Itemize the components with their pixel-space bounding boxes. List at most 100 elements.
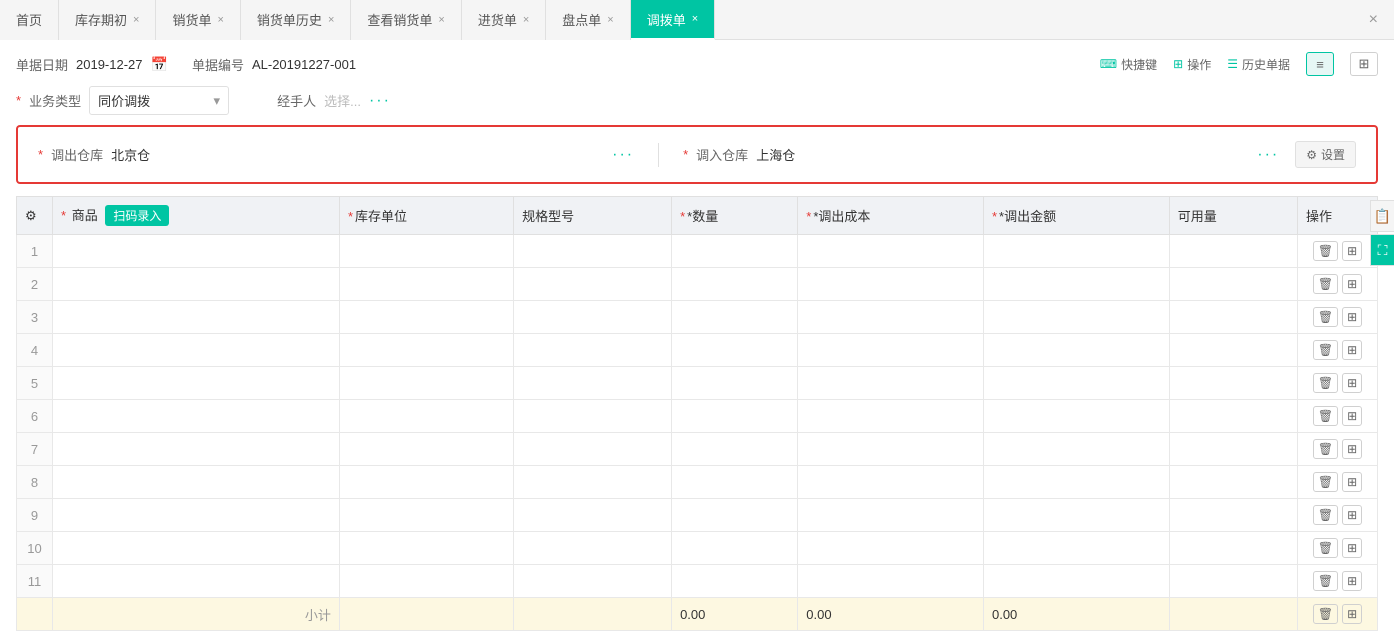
amount-cell[interactable] xyxy=(983,499,1169,532)
close-all-tabs-button[interactable]: × xyxy=(1361,7,1386,33)
agent-dots-button[interactable]: ··· xyxy=(369,92,391,110)
spec-cell[interactable] xyxy=(514,301,672,334)
spec-cell[interactable] xyxy=(514,499,672,532)
spec-cell[interactable] xyxy=(514,400,672,433)
unit-cell[interactable] xyxy=(339,433,513,466)
amount-cell[interactable] xyxy=(983,400,1169,433)
right-expand-button[interactable]: ⛶ xyxy=(1370,234,1394,266)
avail-cell[interactable] xyxy=(1169,466,1297,499)
warehouse-in-dots-button[interactable]: ··· xyxy=(1257,146,1279,164)
spec-cell[interactable] xyxy=(514,466,672,499)
delete-row-button[interactable]: 🗑 xyxy=(1313,274,1338,294)
spec-cell[interactable] xyxy=(514,565,672,598)
agent-select[interactable]: 选择... xyxy=(324,91,361,110)
cost-cell[interactable] xyxy=(798,499,984,532)
delete-row-button[interactable]: 🗑 xyxy=(1313,241,1338,261)
tab-inventory-init-close[interactable]: × xyxy=(133,14,139,26)
goods-cell[interactable] xyxy=(53,268,340,301)
goods-cell[interactable] xyxy=(53,565,340,598)
unit-cell[interactable] xyxy=(339,301,513,334)
unit-cell[interactable] xyxy=(339,334,513,367)
cost-cell[interactable] xyxy=(798,268,984,301)
qty-cell[interactable] xyxy=(672,367,798,400)
tab-view-sales-close[interactable]: × xyxy=(438,14,444,26)
avail-cell[interactable] xyxy=(1169,532,1297,565)
amount-cell[interactable] xyxy=(983,565,1169,598)
spec-cell[interactable] xyxy=(514,334,672,367)
amount-cell[interactable] xyxy=(983,367,1169,400)
tab-view-sales[interactable]: 查看销货单 × xyxy=(351,0,461,40)
avail-cell[interactable] xyxy=(1169,433,1297,466)
tab-purchase-order-close[interactable]: × xyxy=(523,14,529,26)
amount-cell[interactable] xyxy=(983,301,1169,334)
subtotal-copy-button[interactable]: ⊞ xyxy=(1342,604,1362,624)
tab-sales-order[interactable]: 销货单 × xyxy=(156,0,240,40)
goods-cell[interactable] xyxy=(53,532,340,565)
right-notes-button[interactable]: 📋 xyxy=(1370,200,1394,232)
grid-view-button[interactable]: ⊞ xyxy=(1350,52,1378,76)
avail-cell[interactable] xyxy=(1169,565,1297,598)
amount-cell[interactable] xyxy=(983,235,1169,268)
avail-cell[interactable] xyxy=(1169,499,1297,532)
qty-cell[interactable] xyxy=(672,433,798,466)
settings-button[interactable]: ⚙ 设置 xyxy=(1295,141,1356,168)
delete-row-button[interactable]: 🗑 xyxy=(1313,505,1338,525)
unit-cell[interactable] xyxy=(339,268,513,301)
unit-cell[interactable] xyxy=(339,565,513,598)
qty-cell[interactable] xyxy=(672,400,798,433)
amount-cell[interactable] xyxy=(983,433,1169,466)
goods-cell[interactable] xyxy=(53,334,340,367)
cost-cell[interactable] xyxy=(798,400,984,433)
avail-cell[interactable] xyxy=(1169,367,1297,400)
cost-cell[interactable] xyxy=(798,334,984,367)
goods-cell[interactable] xyxy=(53,235,340,268)
qty-cell[interactable] xyxy=(672,334,798,367)
qty-cell[interactable] xyxy=(672,235,798,268)
avail-cell[interactable] xyxy=(1169,268,1297,301)
avail-cell[interactable] xyxy=(1169,334,1297,367)
tab-inventory-init[interactable]: 库存期初 × xyxy=(59,0,156,40)
spec-cell[interactable] xyxy=(514,235,672,268)
cost-cell[interactable] xyxy=(798,367,984,400)
avail-cell[interactable] xyxy=(1169,301,1297,334)
goods-cell[interactable] xyxy=(53,466,340,499)
business-type-select[interactable]: 同价调拨 ▾ xyxy=(89,86,229,115)
goods-cell[interactable] xyxy=(53,499,340,532)
tab-inventory-check[interactable]: 盘点单 × xyxy=(546,0,630,40)
scan-button[interactable]: 扫码录入 xyxy=(105,205,169,226)
copy-row-button[interactable]: ⊞ xyxy=(1342,406,1362,426)
qty-cell[interactable] xyxy=(672,565,798,598)
copy-row-button[interactable]: ⊞ xyxy=(1342,538,1362,558)
delete-row-button[interactable]: 🗑 xyxy=(1313,571,1338,591)
avail-cell[interactable] xyxy=(1169,400,1297,433)
operations-button[interactable]: ⊞ 操作 xyxy=(1173,56,1211,73)
copy-row-button[interactable]: ⊞ xyxy=(1342,505,1362,525)
goods-cell[interactable] xyxy=(53,433,340,466)
calendar-icon[interactable]: 📅 xyxy=(151,56,168,73)
list-view-button[interactable]: ≡ xyxy=(1306,52,1334,76)
goods-cell[interactable] xyxy=(53,301,340,334)
tab-home[interactable]: 首页 xyxy=(0,0,59,40)
unit-cell[interactable] xyxy=(339,499,513,532)
qty-cell[interactable] xyxy=(672,466,798,499)
spec-cell[interactable] xyxy=(514,532,672,565)
spec-cell[interactable] xyxy=(514,367,672,400)
unit-cell[interactable] xyxy=(339,466,513,499)
cost-cell[interactable] xyxy=(798,565,984,598)
tab-transfer-order[interactable]: 调拨单 × xyxy=(631,0,715,40)
amount-cell[interactable] xyxy=(983,334,1169,367)
amount-cell[interactable] xyxy=(983,532,1169,565)
delete-row-button[interactable]: 🗑 xyxy=(1313,307,1338,327)
cost-cell[interactable] xyxy=(798,433,984,466)
tab-sales-history-close[interactable]: × xyxy=(328,14,334,26)
copy-row-button[interactable]: ⊞ xyxy=(1342,340,1362,360)
cost-cell[interactable] xyxy=(798,235,984,268)
shortcuts-button[interactable]: ⌨ 快捷键 xyxy=(1100,56,1157,73)
spec-cell[interactable] xyxy=(514,268,672,301)
unit-cell[interactable] xyxy=(339,235,513,268)
delete-row-button[interactable]: 🗑 xyxy=(1313,439,1338,459)
amount-cell[interactable] xyxy=(983,268,1169,301)
qty-cell[interactable] xyxy=(672,301,798,334)
cost-cell[interactable] xyxy=(798,532,984,565)
cost-cell[interactable] xyxy=(798,301,984,334)
